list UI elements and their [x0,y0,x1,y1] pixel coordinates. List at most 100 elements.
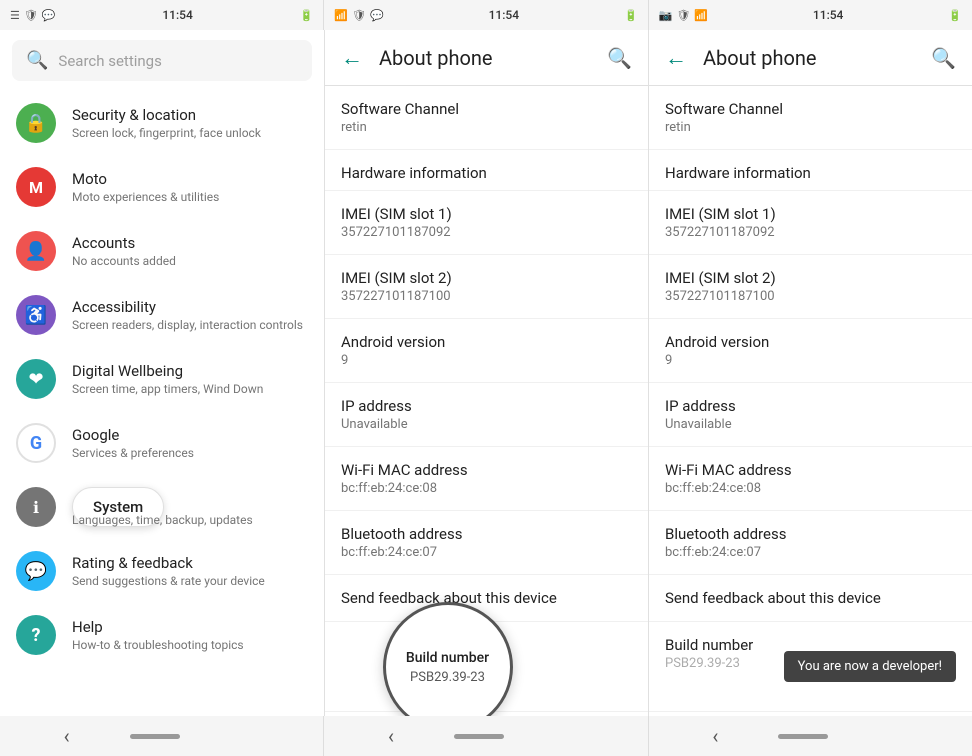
about-title-2: About phone [703,46,915,70]
hardware-info-header-1: Hardware information [325,150,648,191]
about-content-2: Software Channel retin Hardware informat… [649,86,972,716]
build-number-container-1[interactable]: Build number PSB29.39-23 [325,622,648,712]
status-icon-menu: ☰ [10,9,20,22]
imei2-title-2: IMEI (SIM slot 2) [665,269,956,287]
moto-text: Moto Moto experiences & utilities [72,170,219,204]
software-channel-item-2[interactable]: Software Channel retin [649,86,972,150]
feedback-title-1: Send feedback about this device [341,589,632,607]
accessibility-subtitle: Screen readers, display, interaction con… [72,318,303,332]
settings-item-help[interactable]: ? Help How-to & troubleshooting topics [0,603,324,667]
ip-address-item-1[interactable]: IP address Unavailable [325,383,648,447]
settings-item-moto[interactable]: M Moto Moto experiences & utilities [0,155,324,219]
status-time-1: 11:54 [162,8,192,22]
bluetooth-item-1[interactable]: Bluetooth address bc:ff:eb:24:ce:07 [325,511,648,575]
back-nav-icon-1[interactable]: ‹ [64,724,70,748]
settings-item-system[interactable]: ℹ System Languages, time, backup, update… [0,475,324,539]
google-icon-circle: G [16,423,56,463]
status-icon-msg2: 💬 [370,9,384,22]
status-time-2: 11:54 [489,8,519,22]
back-button-2[interactable]: ← [665,45,687,71]
google-text: Google Services & preferences [72,426,194,460]
status-bar: ☰ 🛡 💬 11:54 🔋 📶 🛡 💬 11:54 🔋 📷 🛡 📶 11:54 … [0,0,972,30]
ip-address-title-1: IP address [341,397,632,415]
help-title: Help [72,618,244,636]
about-title-1: About phone [379,46,591,70]
about-panel-2: ← About phone 🔍 Software Channel retin H… [649,30,972,716]
google-title: Google [72,426,194,444]
bluetooth-item-2[interactable]: Bluetooth address bc:ff:eb:24:ce:07 [649,511,972,575]
status-time-3: 11:54 [813,8,843,22]
settings-item-rating[interactable]: 💬 Rating & feedback Send suggestions & r… [0,539,324,603]
home-pill-3 [778,734,828,739]
bluetooth-title-2: Bluetooth address [665,525,956,543]
settings-item-digital-wellbeing[interactable]: ❤ Digital Wellbeing Screen time, app tim… [0,347,324,411]
home-pill-1 [130,734,180,739]
ip-address-item-2[interactable]: IP address Unavailable [649,383,972,447]
imei2-item-2[interactable]: IMEI (SIM slot 2) 357227101187100 [649,255,972,319]
search-button-1[interactable]: 🔍 [607,46,632,70]
ip-address-title-2: IP address [665,397,956,415]
hardware-info-header-2: Hardware information [649,150,972,191]
accessibility-text: Accessibility Screen readers, display, i… [72,298,303,332]
digital-wellbeing-title: Digital Wellbeing [72,362,263,380]
status-panel-right: 📷 🛡 📶 11:54 🔋 [649,0,972,30]
system-icon-circle: ℹ [16,487,56,527]
wifi-mac-item-2[interactable]: Wi-Fi MAC address bc:ff:eb:24:ce:08 [649,447,972,511]
help-subtitle: How-to & troubleshooting topics [72,638,244,652]
rating-icon-circle: 💬 [16,551,56,591]
wifi-mac-title-2: Wi-Fi MAC address [665,461,956,479]
software-channel-title-2: Software Channel [665,100,956,118]
android-version-item-1[interactable]: Android version 9 [325,319,648,383]
search-button-2[interactable]: 🔍 [931,46,956,70]
imei2-title-1: IMEI (SIM slot 2) [341,269,632,287]
search-bar[interactable]: 🔍 Search settings [12,40,312,81]
imei1-item-2[interactable]: IMEI (SIM slot 1) 357227101187092 [649,191,972,255]
help-icon-circle: ? [16,615,56,655]
bluetooth-title-1: Bluetooth address [341,525,632,543]
security-icon-circle: 🔒 [16,103,56,143]
status-icon-shield3: 🛡 [676,9,690,22]
security-title: Security & location [72,106,261,124]
build-number-title-2: Build number [665,636,753,654]
build-circle-title-1: Build number [406,650,489,666]
security-text: Security & location Screen lock, fingerp… [72,106,261,140]
status-icon-cam: 📷 [659,9,673,22]
accessibility-title: Accessibility [72,298,303,316]
imei1-subtitle-1: 357227101187092 [341,225,632,240]
software-channel-title-1: Software Channel [341,100,632,118]
rating-text: Rating & feedback Send suggestions & rat… [72,554,265,588]
settings-item-accessibility[interactable]: ♿ Accessibility Screen readers, display,… [0,283,324,347]
about-panel-1: ← About phone 🔍 Software Channel retin H… [325,30,649,716]
back-button-1[interactable]: ← [341,45,363,71]
accessibility-icon-circle: ♿ [16,295,56,335]
imei2-item-1[interactable]: IMEI (SIM slot 2) 357227101187100 [325,255,648,319]
feedback-item-2[interactable]: Send feedback about this device [649,575,972,622]
bluetooth-subtitle-1: bc:ff:eb:24:ce:07 [341,545,632,560]
moto-icon-circle: M [16,167,56,207]
wifi-mac-subtitle-2: bc:ff:eb:24:ce:08 [665,481,956,496]
settings-item-accounts[interactable]: 👤 Accounts No accounts added [0,219,324,283]
bottom-nav: ‹ ‹ ‹ [0,716,972,756]
android-version-item-2[interactable]: Android version 9 [649,319,972,383]
wifi-mac-subtitle-1: bc:ff:eb:24:ce:08 [341,481,632,496]
bottom-nav-panel-1: ‹ [0,716,324,756]
back-nav-icon-2[interactable]: ‹ [388,724,394,748]
android-version-subtitle-1: 9 [341,353,632,368]
software-channel-item-1[interactable]: Software Channel retin [325,86,648,150]
build-number-container-2[interactable]: Build number PSB29.39-23 You are now a d… [649,622,972,712]
status-icon-signal: 📶 [334,9,348,22]
settings-item-security[interactable]: 🔒 Security & location Screen lock, finge… [0,91,324,155]
settings-item-google[interactable]: G Google Services & preferences [0,411,324,475]
digital-wellbeing-icon-circle: ❤ [16,359,56,399]
main-content: 🔍 Search settings 🔒 Security & location … [0,30,972,716]
imei2-subtitle-1: 357227101187100 [341,289,632,304]
imei1-subtitle-2: 357227101187092 [665,225,956,240]
imei1-item-1[interactable]: IMEI (SIM slot 1) 357227101187092 [325,191,648,255]
google-subtitle: Services & preferences [72,446,194,460]
settings-panel: 🔍 Search settings 🔒 Security & location … [0,30,325,716]
status-panel-left: ☰ 🛡 💬 11:54 🔋 [0,0,324,30]
wifi-mac-item-1[interactable]: Wi-Fi MAC address bc:ff:eb:24:ce:08 [325,447,648,511]
imei1-title-2: IMEI (SIM slot 1) [665,205,956,223]
back-nav-icon-3[interactable]: ‹ [712,724,718,748]
imei1-title-1: IMEI (SIM slot 1) [341,205,632,223]
